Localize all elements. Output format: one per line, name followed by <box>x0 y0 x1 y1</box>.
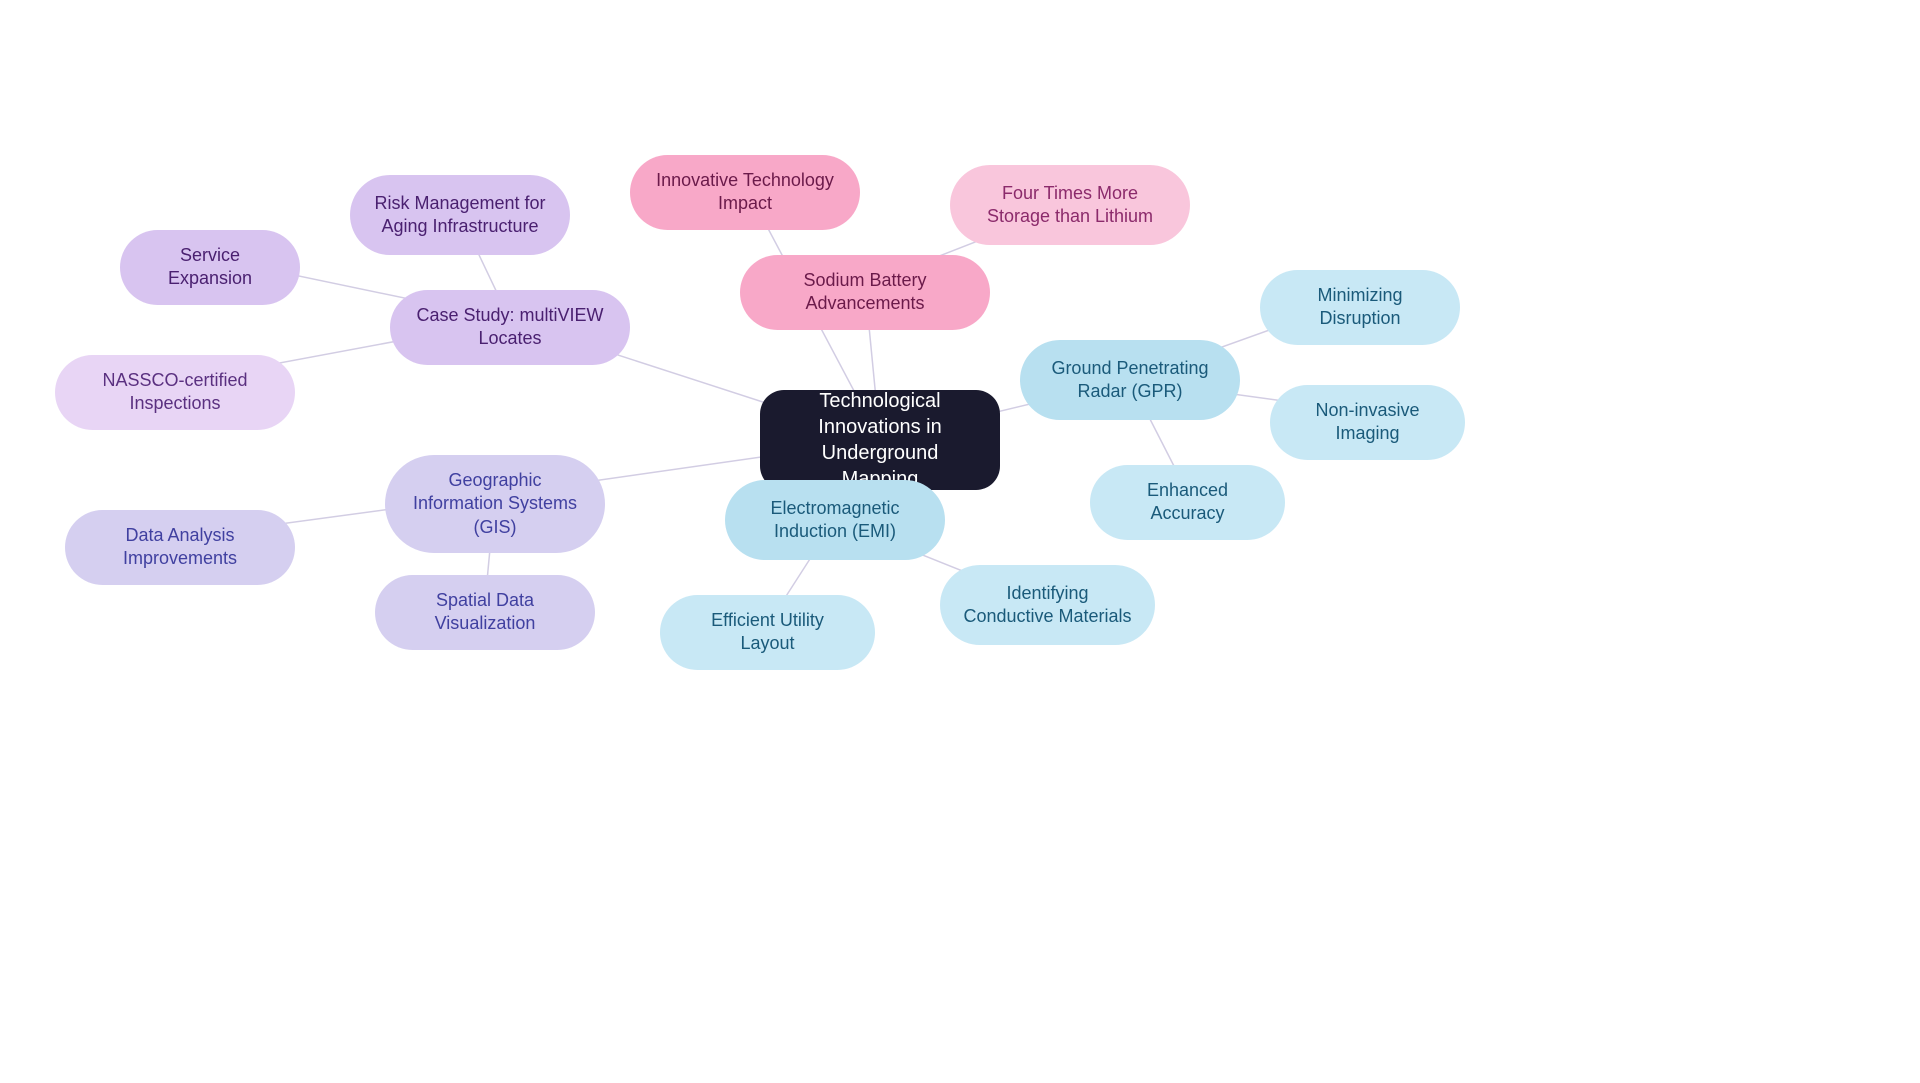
node-non-invasive[interactable]: Non-invasive Imaging <box>1270 385 1465 460</box>
node-spatial-data[interactable]: Spatial Data Visualization <box>375 575 595 650</box>
node-enhanced-accuracy[interactable]: Enhanced Accuracy <box>1090 465 1285 540</box>
mind-map-container: Technological Innovations in Underground… <box>0 0 1920 1083</box>
node-case-study[interactable]: Case Study: multiVIEW Locates <box>390 290 630 365</box>
node-service-expansion[interactable]: Service Expansion <box>120 230 300 305</box>
node-minimizing[interactable]: Minimizing Disruption <box>1260 270 1460 345</box>
node-four-times[interactable]: Four Times More Storage than Lithium <box>950 165 1190 245</box>
node-identifying-conductive[interactable]: Identifying Conductive Materials <box>940 565 1155 645</box>
node-emi[interactable]: Electromagnetic Induction (EMI) <box>725 480 945 560</box>
node-innovative-tech[interactable]: Innovative Technology Impact <box>630 155 860 230</box>
node-center[interactable]: Technological Innovations in Underground… <box>760 390 1000 490</box>
node-gpr[interactable]: Ground Penetrating Radar (GPR) <box>1020 340 1240 420</box>
node-nassco[interactable]: NASSCO-certified Inspections <box>55 355 295 430</box>
node-gis[interactable]: Geographic Information Systems (GIS) <box>385 455 605 553</box>
node-efficient-utility[interactable]: Efficient Utility Layout <box>660 595 875 670</box>
node-data-analysis[interactable]: Data Analysis Improvements <box>65 510 295 585</box>
node-sodium-battery[interactable]: Sodium Battery Advancements <box>740 255 990 330</box>
node-risk-management[interactable]: Risk Management for Aging Infrastructure <box>350 175 570 255</box>
